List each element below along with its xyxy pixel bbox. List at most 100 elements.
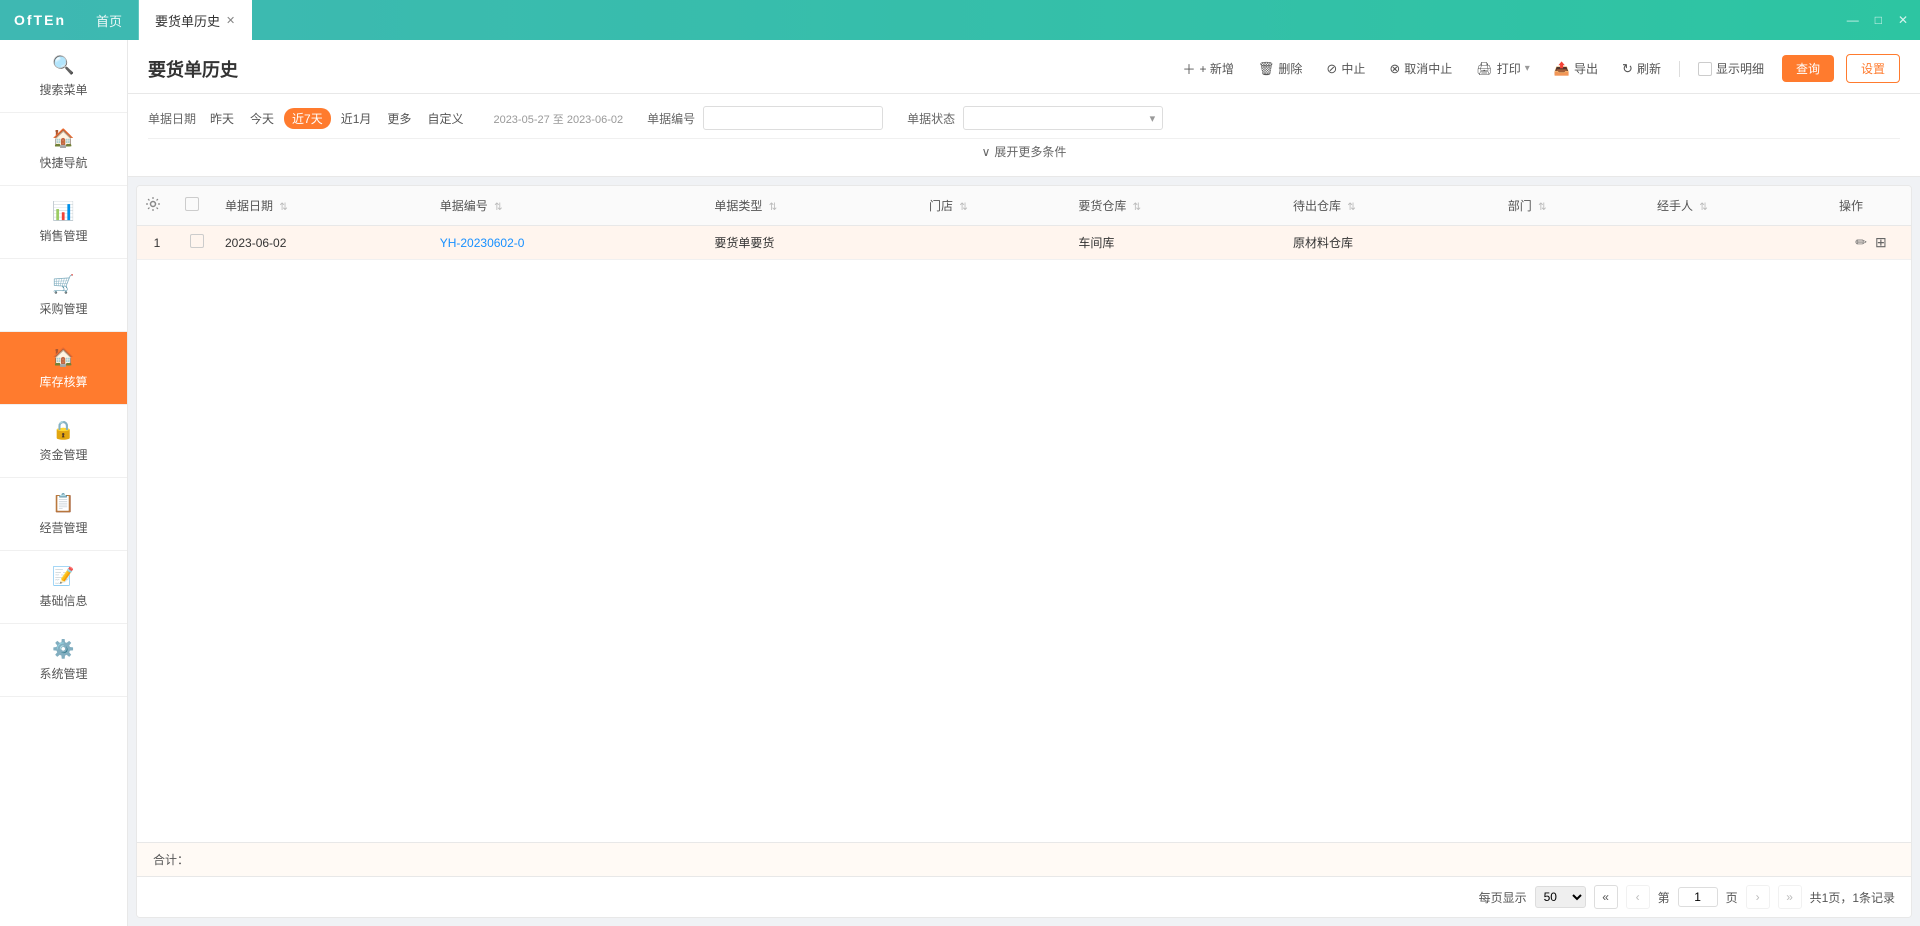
page-title: 要货单历史 (148, 56, 238, 82)
col-doc-type: 单据类型 ⇅ (706, 186, 921, 226)
export-button[interactable]: 📤 导出 (1548, 56, 1604, 81)
col-store-label: 门店 (929, 199, 953, 213)
sort-store-icon[interactable]: ⇅ (959, 202, 967, 213)
show-detail-checkbox[interactable]: 显示明细 (1692, 56, 1770, 81)
print-chevron-icon: ▾ (1525, 63, 1530, 74)
sort-department-icon[interactable]: ⇅ (1538, 202, 1546, 213)
pagination-last-btn[interactable]: » (1778, 885, 1802, 909)
date-btn-1month[interactable]: 近1月 (335, 108, 378, 129)
query-button[interactable]: 查询 (1782, 55, 1834, 82)
delete-button[interactable]: 🗑 删除 (1252, 56, 1309, 81)
sales-mgmt-icon: 📊 (53, 200, 75, 222)
sidebar-item-basic-info[interactable]: 📝 基础信息 (0, 551, 127, 624)
per-page-select[interactable]: 50 100 200 (1535, 886, 1586, 908)
date-btn-7days[interactable]: 近7天 (284, 108, 331, 129)
row-1-store (921, 226, 1070, 260)
show-detail-check-icon (1698, 62, 1712, 76)
sidebar-item-search-menu[interactable]: 🔍 搜索菜单 (0, 40, 127, 113)
print-button[interactable]: 🖨 打印 ▾ (1470, 56, 1536, 81)
filter-group-status: 单据状态 待审核 已审核 已中止 (907, 106, 1163, 130)
window-maximize-icon[interactable]: □ (1875, 13, 1882, 27)
cancel-stop-button[interactable]: ⊗ 取消中止 (1383, 56, 1458, 81)
purchase-mgmt-icon: 🛒 (53, 273, 75, 295)
pagination-prev-btn[interactable]: ‹ (1626, 885, 1650, 909)
pagination-first-btn[interactable]: « (1594, 885, 1618, 909)
row-1-handler (1649, 226, 1831, 260)
status-filter-select[interactable]: 待审核 已审核 已中止 (963, 106, 1163, 130)
toolbar-separator (1679, 61, 1680, 77)
tab-home[interactable]: 首页 (80, 0, 139, 40)
col-req-warehouse-label: 要货仓库 (1078, 199, 1126, 213)
sidebar-item-operations-mgmt[interactable]: 📋 经营管理 (0, 478, 127, 551)
sidebar-item-system-mgmt-label: 系统管理 (39, 665, 87, 682)
settings-button[interactable]: 设置 (1846, 54, 1900, 83)
sort-doc-type-icon[interactable]: ⇅ (769, 202, 777, 213)
expand-more-button[interactable]: ∨ 展开更多条件 (148, 138, 1900, 164)
row-1-edit-icon[interactable]: ✏ (1855, 234, 1867, 251)
sidebar-item-operations-mgmt-label: 经营管理 (39, 519, 87, 536)
sidebar-item-sales-mgmt[interactable]: 📊 销售管理 (0, 186, 127, 259)
date-range-text: 2023-05-27 至 2023-06-02 (493, 111, 623, 127)
sort-req-warehouse-icon[interactable]: ⇅ (1133, 202, 1141, 213)
per-page-label: 每页显示 (1479, 889, 1527, 906)
sidebar-item-finance-mgmt[interactable]: 🔒 资金管理 (0, 405, 127, 478)
delete-button-label: 删除 (1278, 60, 1302, 77)
row-1-doc-no-link[interactable]: YH-20230602-0 (440, 236, 525, 250)
sidebar-item-basic-info-label: 基础信息 (39, 592, 87, 609)
table-row: 1 2023-06-02 YH-20230602-0 要货单要货 车间库 (137, 226, 1911, 260)
expand-more-label: 展开更多条件 (994, 143, 1066, 160)
date-btn-custom[interactable]: 自定义 (421, 108, 469, 129)
row-1-check[interactable] (190, 234, 204, 248)
sidebar-item-quick-nav-label: 快捷导航 (39, 154, 87, 171)
sort-doc-no-icon[interactable]: ⇅ (494, 202, 502, 213)
select-all-checkbox[interactable] (185, 197, 199, 211)
window-close-icon[interactable]: ✕ (1898, 13, 1908, 27)
row-1-checkbox (177, 226, 217, 260)
sidebar-item-system-mgmt[interactable]: ⚙️ 系统管理 (0, 624, 127, 697)
col-req-warehouse: 要货仓库 ⇅ (1070, 186, 1285, 226)
date-btn-more[interactable]: 更多 (381, 108, 417, 129)
row-1-doc-date: 2023-06-02 (217, 226, 432, 260)
main-layout: 🔍 搜索菜单 🏠 快捷导航 📊 销售管理 🛒 采购管理 🏠 库存核算 🔒 资金管… (0, 40, 1920, 926)
sort-handler-icon[interactable]: ⇅ (1699, 202, 1707, 213)
data-table: 单据日期 ⇅ 单据编号 ⇅ 单据类型 ⇅ (137, 186, 1911, 260)
new-button-label: + 新增 (1200, 60, 1234, 77)
col-checkbox (177, 186, 217, 226)
table-header-row: 单据日期 ⇅ 单据编号 ⇅ 单据类型 ⇅ (137, 186, 1911, 226)
table-body: 1 2023-06-02 YH-20230602-0 要货单要货 车间库 (137, 226, 1911, 260)
pagination-page-label: 第 (1658, 889, 1670, 906)
date-btn-today[interactable]: 今天 (244, 108, 280, 129)
sort-doc-date-icon[interactable]: ⇅ (279, 202, 287, 213)
row-1-copy-icon[interactable]: ⊞ (1875, 234, 1887, 251)
new-button[interactable]: ＋ + 新增 (1177, 55, 1240, 82)
col-actions: 操作 (1831, 186, 1911, 226)
sort-pending-warehouse-icon[interactable]: ⇅ (1347, 202, 1355, 213)
settings-button-label: 设置 (1861, 60, 1885, 77)
sidebar-item-sales-mgmt-label: 销售管理 (39, 227, 87, 244)
refresh-button[interactable]: ↻ 刷新 (1616, 56, 1667, 81)
tab-close-icon[interactable]: ✕ (226, 14, 235, 27)
col-doc-no-label: 单据编号 (440, 199, 488, 213)
sidebar-item-purchase-mgmt[interactable]: 🛒 采购管理 (0, 259, 127, 332)
window-minimize-icon[interactable]: — (1847, 13, 1859, 27)
stop-button[interactable]: ⊘ 中止 (1320, 56, 1371, 81)
sidebar-item-search-menu-label: 搜索菜单 (39, 81, 87, 98)
filter-group-date: 单据日期 昨天 今天 近7天 近1月 更多 自定义 (148, 108, 469, 129)
pagination-page-input[interactable] (1678, 887, 1718, 907)
refresh-button-label: 刷新 (1637, 60, 1661, 77)
col-department-label: 部门 (1508, 199, 1532, 213)
tab-requisition-history[interactable]: 要货单历史 ✕ (139, 0, 252, 40)
pagination-next-btn[interactable]: › (1746, 885, 1770, 909)
row-1-doc-no: YH-20230602-0 (432, 226, 707, 260)
export-icon: 📤 (1554, 61, 1570, 77)
sidebar: 🔍 搜索菜单 🏠 快捷导航 📊 销售管理 🛒 采购管理 🏠 库存核算 🔒 资金管… (0, 40, 128, 926)
table-scroll[interactable]: 单据日期 ⇅ 单据编号 ⇅ 单据类型 ⇅ (137, 186, 1911, 842)
toolbar: ＋ + 新增 🗑 删除 ⊘ 中止 ⊗ 取消中止 🖨 打印 (1177, 54, 1900, 83)
stop-icon: ⊘ (1326, 61, 1337, 77)
sidebar-item-quick-nav[interactable]: 🏠 快捷导航 (0, 113, 127, 186)
docno-filter-input[interactable] (703, 106, 883, 130)
sidebar-item-inventory-calc[interactable]: 🏠 库存核算 (0, 332, 127, 405)
date-btn-yesterday[interactable]: 昨天 (204, 108, 240, 129)
sidebar-item-finance-mgmt-label: 资金管理 (39, 446, 87, 463)
search-menu-icon: 🔍 (53, 54, 75, 76)
